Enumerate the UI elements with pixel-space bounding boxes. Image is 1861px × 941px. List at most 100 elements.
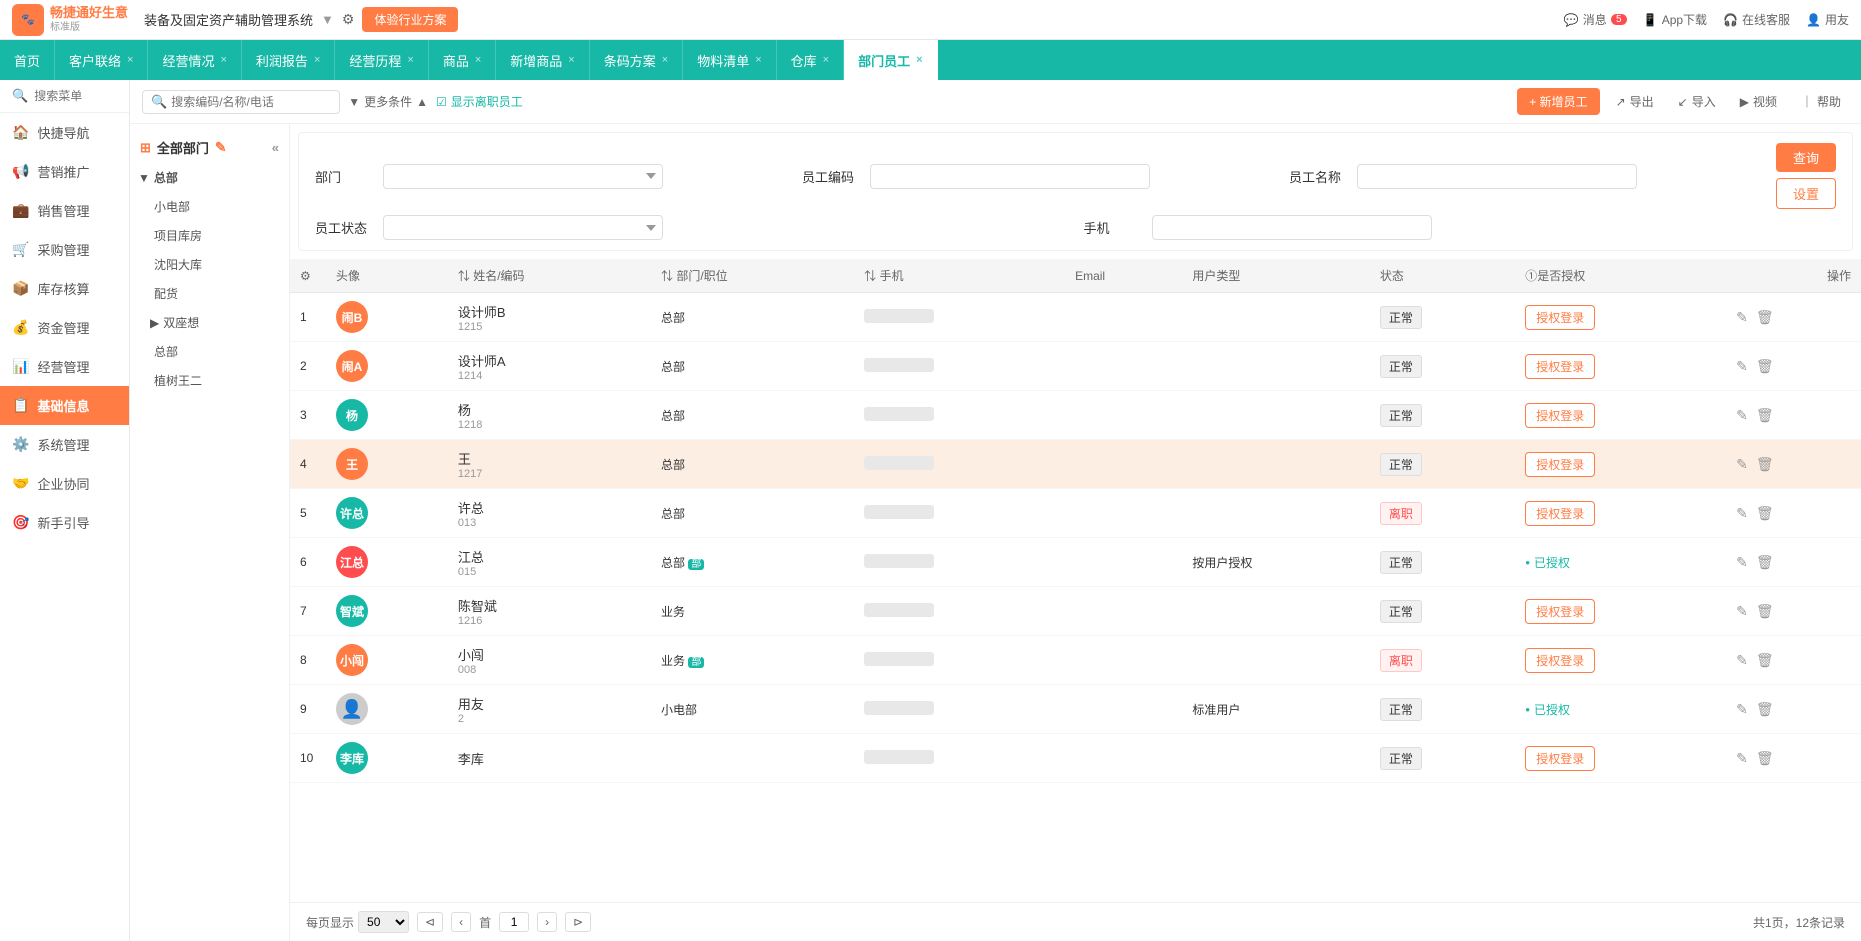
more-filter-btn[interactable]: ▼ 更多条件 ▲ [348, 93, 428, 110]
emp-status-select[interactable] [383, 215, 663, 240]
edit-icon[interactable]: ✎ [1736, 652, 1748, 669]
close-tab-icon[interactable]: × [127, 54, 133, 66]
nav-tab-仓库[interactable]: 仓库× [777, 40, 844, 80]
close-tab-icon[interactable]: × [755, 54, 761, 66]
delete-icon[interactable]: 🗑 [1756, 407, 1774, 424]
delete-icon[interactable]: 🗑 [1756, 750, 1774, 767]
delete-icon[interactable]: 🗑 [1756, 554, 1774, 571]
sidebar-item-营销推广[interactable]: 📢营销推广 [0, 152, 129, 191]
dept-node-总部[interactable]: 总部 [130, 337, 289, 366]
edit-icon[interactable]: ✎ [1736, 701, 1748, 718]
dept-node-项目库房[interactable]: 项目库房 [130, 221, 289, 250]
sidebar-item-销售管理[interactable]: 💼销售管理 [0, 191, 129, 230]
search-input[interactable] [171, 95, 331, 109]
nav-tab-经营历程[interactable]: 经营历程× [335, 40, 428, 80]
dept-edit-icon[interactable]: ✎ [215, 139, 227, 156]
dept-node-植树王二[interactable]: 植树王二 [130, 366, 289, 395]
dept-node-沈阳大库[interactable]: 沈阳大库 [130, 250, 289, 279]
edit-icon[interactable]: ✎ [1736, 309, 1748, 326]
nav-tab-商品[interactable]: 商品× [429, 40, 496, 80]
first-page-btn[interactable]: ⊲ [417, 912, 443, 932]
sidebar-item-基础信息[interactable]: 📋基础信息 [0, 386, 129, 425]
nav-tab-条码方案[interactable]: 条码方案× [590, 40, 683, 80]
delete-icon[interactable]: 🗑 [1756, 652, 1774, 669]
th-phone[interactable]: ⇅ 手机 [854, 259, 1065, 293]
app-download-btn[interactable]: 📱 App下载 [1643, 11, 1707, 28]
last-page-btn[interactable]: ⊳ [565, 912, 591, 932]
dept-collapse-icon[interactable]: « [272, 140, 279, 155]
close-tab-icon[interactable]: × [314, 54, 320, 66]
edit-icon[interactable]: ✎ [1736, 603, 1748, 620]
auth-login-btn[interactable]: 授权登录 [1525, 452, 1595, 477]
nav-tab-新增商品[interactable]: 新增商品× [496, 40, 589, 80]
auth-login-btn[interactable]: 授权登录 [1525, 403, 1595, 428]
auth-login-btn[interactable]: 授权登录 [1525, 746, 1595, 771]
nav-tab-客户联络[interactable]: 客户联络× [55, 40, 148, 80]
sidebar-item-新手引导[interactable]: 🎯新手引导 [0, 503, 129, 542]
close-tab-icon[interactable]: × [220, 54, 226, 66]
query-btn[interactable]: 查询 [1776, 143, 1836, 172]
sidebar-search-input[interactable] [34, 89, 130, 103]
emp-name-input[interactable] [1357, 164, 1637, 189]
edit-icon[interactable]: ✎ [1736, 750, 1748, 767]
online-service-btn[interactable]: 🎧 在线客服 [1723, 11, 1790, 28]
trial-button[interactable]: 体验行业方案 [362, 7, 458, 32]
sidebar-item-企业协同[interactable]: 🤝企业协同 [0, 464, 129, 503]
nav-tab-首页[interactable]: 首页 [0, 40, 55, 80]
th-name[interactable]: ⇅ 姓名/编码 [448, 259, 651, 293]
nav-tab-部门员工[interactable]: 部门员工× [844, 40, 937, 80]
import-btn[interactable]: ↙ 导入 [1670, 89, 1724, 114]
dept-node-小电部[interactable]: 小电部 [130, 192, 289, 221]
auth-login-btn[interactable]: 授权登录 [1525, 354, 1595, 379]
auth-login-btn[interactable]: 授权登录 [1525, 648, 1595, 673]
sidebar-item-经营管理[interactable]: 📊经营管理 [0, 347, 129, 386]
reset-btn[interactable]: 设置 [1776, 178, 1836, 209]
edit-icon[interactable]: ✎ [1736, 554, 1748, 571]
delete-icon[interactable]: 🗑 [1756, 358, 1774, 375]
add-employee-btn[interactable]: + 新增员工 [1517, 88, 1599, 115]
search-box[interactable]: 🔍 [142, 90, 340, 114]
delete-icon[interactable]: 🗑 [1756, 456, 1774, 473]
settings-icon[interactable]: ⚙ [342, 11, 355, 28]
next-page-btn[interactable]: › [537, 912, 557, 932]
delete-icon[interactable]: 🗑 [1756, 701, 1774, 718]
nav-tab-利润报告[interactable]: 利润报告× [242, 40, 335, 80]
prev-page-btn[interactable]: ‹ [451, 912, 471, 932]
auth-login-btn[interactable]: 授权登录 [1525, 305, 1595, 330]
user-btn[interactable]: 👤 用友 [1806, 11, 1849, 28]
close-tab-icon[interactable]: × [662, 54, 668, 66]
phone-input[interactable] [1152, 215, 1432, 240]
close-tab-icon[interactable]: × [916, 54, 922, 66]
view-btn[interactable]: ▶ 视频 [1732, 89, 1785, 114]
emp-code-input[interactable] [870, 164, 1150, 189]
sidebar-item-快捷导航[interactable]: 🏠快捷导航 [0, 113, 129, 152]
sidebar-item-库存核算[interactable]: 📦库存核算 [0, 269, 129, 308]
edit-icon[interactable]: ✎ [1736, 358, 1748, 375]
sidebar-item-系统管理[interactable]: ⚙️系统管理 [0, 425, 129, 464]
message-btn[interactable]: 💬 消息 5 [1564, 11, 1627, 28]
auth-login-btn[interactable]: 授权登录 [1525, 501, 1595, 526]
show-resigned-btn[interactable]: ☑ 显示离职员工 [436, 93, 523, 110]
close-tab-icon[interactable]: × [823, 54, 829, 66]
delete-icon[interactable]: 🗑 [1756, 505, 1774, 522]
export-btn[interactable]: ↗ 导出 [1608, 89, 1662, 114]
nav-tab-经营情况[interactable]: 经营情况× [148, 40, 241, 80]
auth-login-btn[interactable]: 授权登录 [1525, 599, 1595, 624]
sidebar-item-资金管理[interactable]: 💰资金管理 [0, 308, 129, 347]
dept-node-配货[interactable]: 配货 [130, 279, 289, 308]
close-tab-icon[interactable]: × [407, 54, 413, 66]
dept-select[interactable] [383, 164, 663, 189]
dept-node-双座想[interactable]: ▶ 双座想 [130, 308, 289, 337]
dept-node-总部[interactable]: ▼ 总部 [130, 163, 289, 192]
close-tab-icon[interactable]: × [475, 54, 481, 66]
close-tab-icon[interactable]: × [568, 54, 574, 66]
th-settings[interactable]: ⚙ [290, 259, 326, 293]
edit-icon[interactable]: ✎ [1736, 407, 1748, 424]
page-input[interactable] [499, 912, 529, 932]
delete-icon[interactable]: 🗑 [1756, 309, 1774, 326]
dropdown-icon[interactable]: ▼ [321, 12, 334, 27]
nav-tab-物料清单[interactable]: 物料清单× [683, 40, 776, 80]
page-size-select[interactable]: 50 100 [358, 911, 409, 933]
delete-icon[interactable]: 🗑 [1756, 603, 1774, 620]
th-dept[interactable]: ⇅ 部门/职位 [651, 259, 854, 293]
